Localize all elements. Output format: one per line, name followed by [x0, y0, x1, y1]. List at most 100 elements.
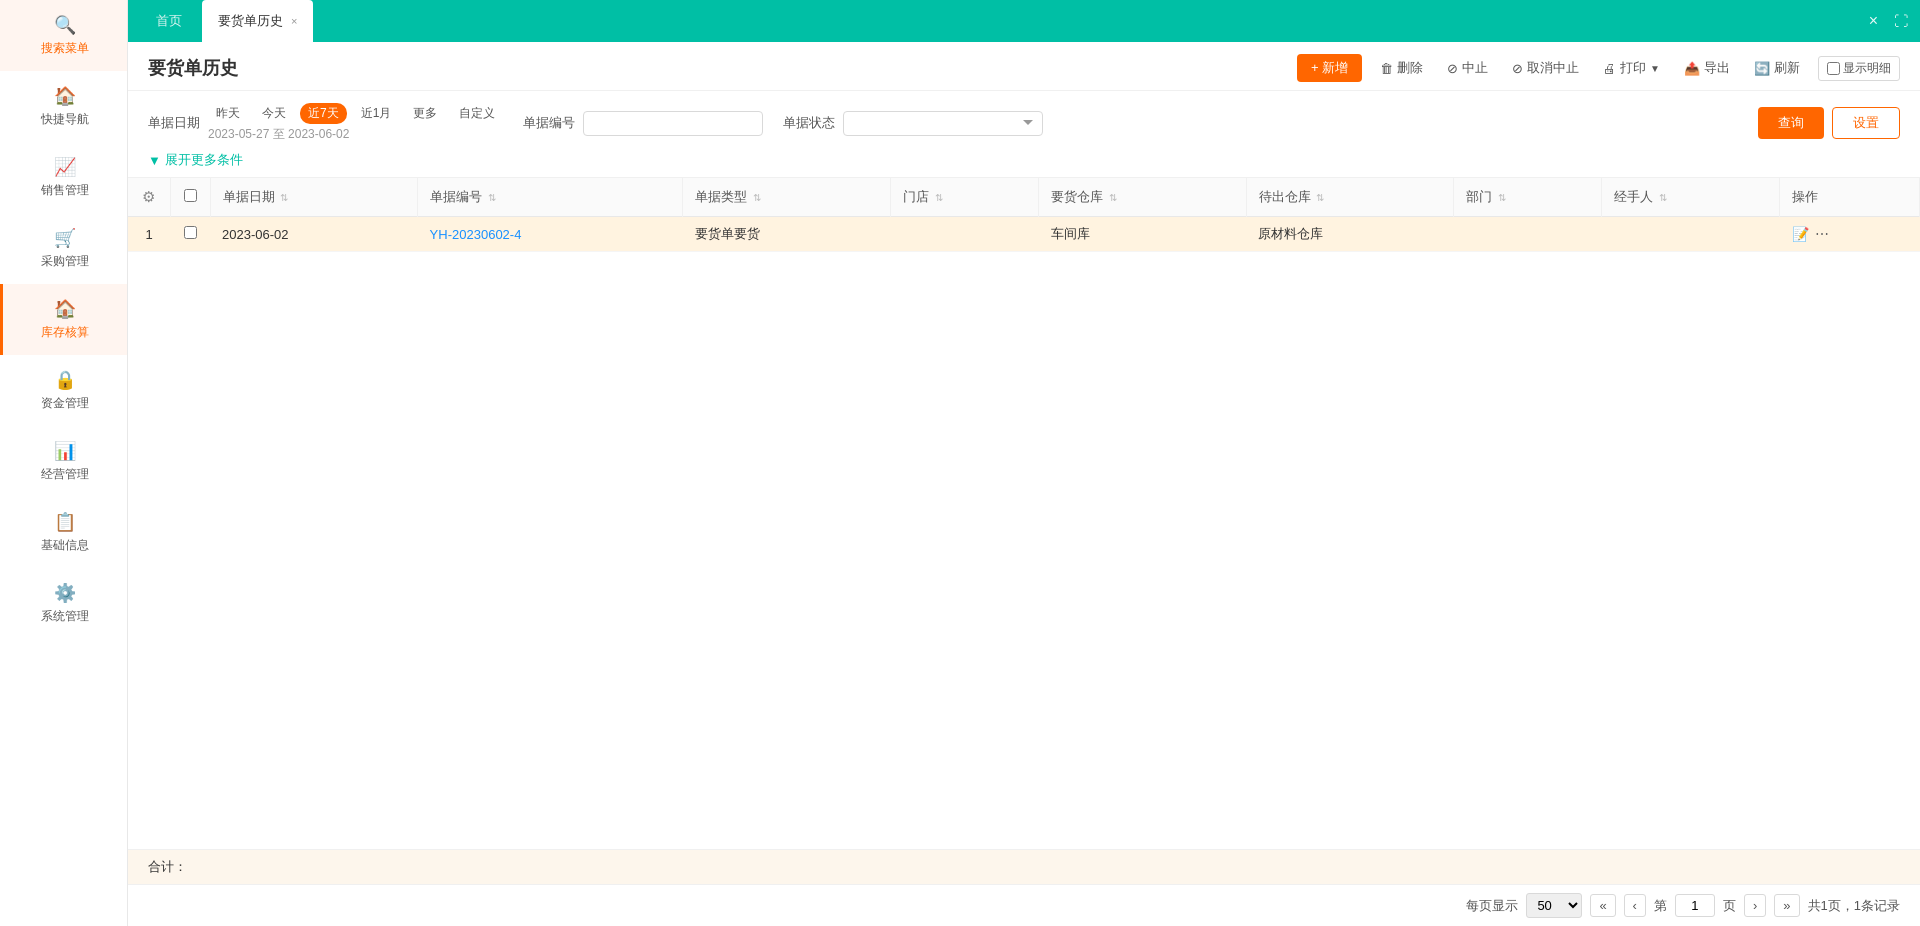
date-filter-group: 单据日期 昨天 今天 近7天 近1月 更多 自定义 2023-05-27 至 2… [148, 103, 503, 143]
finance-icon: 🔒 [54, 369, 76, 391]
toolbar: + 新增 🗑 删除 ⊘ 中止 ⊘ 取消中止 🖨 打印 ▼ [1297, 54, 1900, 82]
tab-close-icon[interactable]: × [291, 15, 297, 27]
doc-no-input[interactable] [583, 111, 763, 136]
sidebar-item-operations[interactable]: 📊 经营管理 [0, 426, 127, 497]
expand-more-btn[interactable]: ▼ 展开更多条件 [148, 151, 1900, 169]
col-department-sort-icon[interactable]: ⇅ [1498, 192, 1506, 203]
operations-icon: 📊 [54, 440, 76, 462]
row-pending-warehouse: 原材料仓库 [1246, 217, 1454, 252]
col-pending-warehouse: 待出仓库 ⇅ [1246, 178, 1454, 217]
page-input[interactable] [1675, 894, 1715, 917]
date-buttons-group: 昨天 今天 近7天 近1月 更多 自定义 2023-05-27 至 2023-0… [208, 103, 503, 143]
last-page-btn[interactable]: » [1774, 894, 1799, 917]
col-doc-type-label: 单据类型 [695, 189, 747, 204]
doc-status-select[interactable] [843, 111, 1043, 136]
topbar-close-btn[interactable]: × [1869, 12, 1878, 30]
home-icon: 🏠 [54, 85, 76, 107]
col-pending-warehouse-sort-icon[interactable]: ⇅ [1316, 192, 1324, 203]
display-detail-label: 显示明细 [1843, 60, 1891, 77]
tab-home[interactable]: 首页 [140, 0, 198, 42]
sidebar-item-basic-info[interactable]: 📋 基础信息 [0, 497, 127, 568]
tab-requisition-history-label: 要货单历史 [218, 12, 283, 30]
prev-page-btn[interactable]: ‹ [1624, 894, 1646, 917]
row-checkbox[interactable] [184, 226, 197, 239]
date-filters: 昨天 今天 近7天 近1月 更多 自定义 [208, 103, 503, 124]
topbar-fullscreen-btn[interactable]: ⛶ [1894, 13, 1908, 29]
sidebar-item-label: 基础信息 [41, 537, 89, 554]
col-check [170, 178, 210, 217]
cancel-stop-button-label: 取消中止 [1527, 59, 1579, 77]
display-detail-checkbox[interactable] [1827, 62, 1840, 75]
col-handler: 经手人 ⇅ [1602, 178, 1780, 217]
expand-icon: ▼ [148, 153, 161, 168]
refresh-button[interactable]: 🔄 刷新 [1748, 55, 1806, 81]
date-custom-btn[interactable]: 自定义 [451, 103, 503, 124]
row-doc-no-link[interactable]: YH-20230602-4 [430, 227, 522, 242]
print-button[interactable]: 🖨 打印 ▼ [1597, 55, 1666, 81]
settings-button[interactable]: 设置 [1832, 107, 1900, 139]
next-page-btn[interactable]: › [1744, 894, 1766, 917]
sidebar-item-purchase[interactable]: 🛒 采购管理 [0, 213, 127, 284]
new-button[interactable]: + 新增 [1297, 54, 1362, 82]
sidebar-item-sales[interactable]: 📈 销售管理 [0, 142, 127, 213]
row-operations: 📝 ⋯ [1780, 217, 1920, 252]
table-header-row: ⚙ 单据日期 ⇅ 单据编号 ⇅ [128, 178, 1920, 217]
col-handler-sort-icon[interactable]: ⇅ [1659, 192, 1667, 203]
date-last7days-btn[interactable]: 近7天 [300, 103, 347, 124]
sidebar-item-label: 系统管理 [41, 608, 89, 625]
select-all-checkbox[interactable] [184, 189, 197, 202]
doc-status-filter-group: 单据状态 [783, 111, 1043, 136]
col-doc-type-sort-icon[interactable]: ⇅ [753, 192, 761, 203]
date-range-text: 2023-05-27 至 2023-06-02 [208, 126, 503, 143]
col-operation: 操作 [1780, 178, 1920, 217]
page-header: 要货单历史 + 新增 🗑 删除 ⊘ 中止 ⊘ 取消中止 🖨 [128, 42, 1920, 91]
row-no: 1 [128, 217, 170, 252]
tab-requisition-history[interactable]: 要货单历史 × [202, 0, 313, 42]
purchase-icon: 🛒 [54, 227, 76, 249]
col-operation-label: 操作 [1792, 189, 1818, 204]
sidebar-item-search[interactable]: 🔍 搜索菜单 [0, 0, 127, 71]
col-date-sort-icon[interactable]: ⇅ [280, 192, 288, 203]
sidebar-item-system[interactable]: ⚙️ 系统管理 [0, 568, 127, 639]
action-buttons: 查询 设置 [1758, 107, 1900, 139]
filter-area: 单据日期 昨天 今天 近7天 近1月 更多 自定义 2023-05-27 至 2… [128, 91, 1920, 178]
topbar: 首页 要货单历史 × × ⛶ [128, 0, 1920, 42]
refresh-button-label: 刷新 [1774, 59, 1800, 77]
delete-button[interactable]: 🗑 删除 [1374, 55, 1429, 81]
doc-no-label: 单据编号 [523, 114, 575, 132]
col-handler-label: 经手人 [1614, 189, 1653, 204]
export-button[interactable]: 📤 导出 [1678, 55, 1736, 81]
system-icon: ⚙️ [54, 582, 76, 604]
first-page-btn[interactable]: « [1590, 894, 1615, 917]
date-more-btn[interactable]: 更多 [405, 103, 445, 124]
sidebar-item-inventory[interactable]: 🏠 库存核算 [0, 284, 127, 355]
cancel-stop-button[interactable]: ⊘ 取消中止 [1506, 55, 1585, 81]
page-size-select[interactable]: 50 10 20 100 [1526, 893, 1582, 918]
query-button[interactable]: 查询 [1758, 107, 1824, 139]
row-more-icon[interactable]: ⋯ [1815, 226, 1829, 242]
table-row[interactable]: 1 2023-06-02 YH-20230602-4 要货单要货 车间库 原材料… [128, 217, 1920, 252]
new-button-label: + 新增 [1311, 59, 1348, 77]
col-doc-no-sort-icon[interactable]: ⇅ [488, 192, 496, 203]
page-title: 要货单历史 [148, 56, 238, 80]
display-detail-button[interactable]: 显示明细 [1818, 56, 1900, 81]
sidebar-item-finance[interactable]: 🔒 资金管理 [0, 355, 127, 426]
col-req-warehouse-sort-icon[interactable]: ⇅ [1109, 192, 1117, 203]
date-today-btn[interactable]: 今天 [254, 103, 294, 124]
stop-button[interactable]: ⊘ 中止 [1441, 55, 1494, 81]
date-yesterday-btn[interactable]: 昨天 [208, 103, 248, 124]
sidebar-item-quick-nav[interactable]: 🏠 快捷导航 [0, 71, 127, 142]
row-edit-icon[interactable]: 📝 [1792, 226, 1809, 242]
col-store-sort-icon[interactable]: ⇅ [935, 192, 943, 203]
table-settings-icon[interactable]: ⚙ [142, 188, 155, 205]
sidebar-item-label: 快捷导航 [41, 111, 89, 128]
row-date: 2023-06-02 [210, 217, 418, 252]
row-req-warehouse: 车间库 [1039, 217, 1247, 252]
col-date: 单据日期 ⇅ [210, 178, 418, 217]
row-store [891, 217, 1039, 252]
summary-label: 合计： [148, 858, 187, 876]
main-area: 首页 要货单历史 × × ⛶ 要货单历史 + 新增 🗑 删除 ⊘ [128, 0, 1920, 926]
row-handler [1602, 217, 1780, 252]
col-doc-type: 单据类型 ⇅ [683, 178, 891, 217]
date-last1month-btn[interactable]: 近1月 [353, 103, 400, 124]
